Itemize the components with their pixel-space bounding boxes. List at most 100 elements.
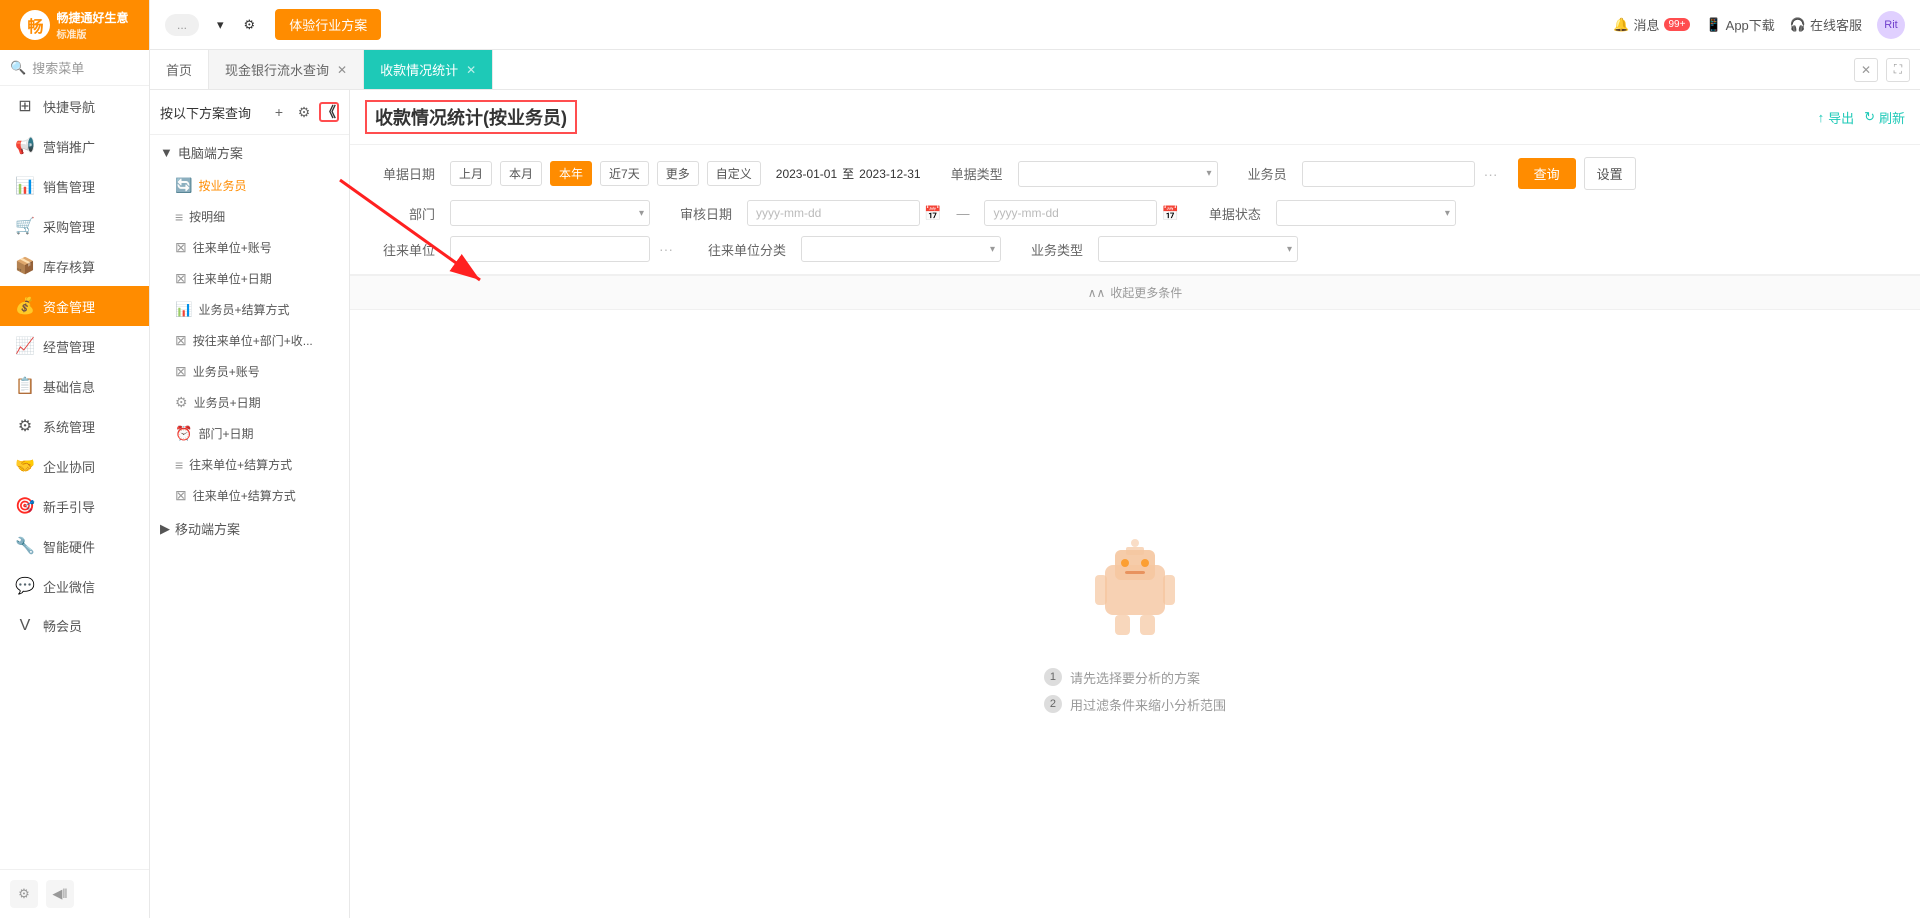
tab-collection[interactable]: 收款情况统计 ✕ [364, 50, 493, 89]
marketing-icon: 📢 [15, 136, 35, 156]
sidebar-item-wechat[interactable]: 💬 企业微信 [0, 566, 149, 606]
scheme-desktop-group[interactable]: ▼ 电脑端方案 [150, 135, 349, 170]
scheme-add-btn[interactable]: + [269, 102, 289, 122]
review-date-to-input[interactable] [984, 200, 1157, 226]
scheme-collapse-btn[interactable]: 《 [319, 102, 339, 122]
scheme-settings-btn[interactable]: ⚙ [294, 102, 314, 122]
query-btn[interactable]: 查询 [1518, 158, 1576, 189]
salesperson-ellipsis-btn[interactable]: ··· [1479, 166, 1503, 182]
salesperson-input[interactable] [1302, 161, 1475, 187]
scheme-item-salesperson[interactable]: 🔄 按业务员 [150, 170, 349, 201]
scheme-item-salesperson-settlement[interactable]: 📊 业务员+结算方式 [150, 294, 349, 325]
calendar-icon-end[interactable]: 📅 [1161, 205, 1178, 222]
scheme-item-partner-date[interactable]: ⊠ 往来单位+日期 [150, 263, 349, 294]
sidebar-item-vip[interactable]: V 畅会员 [0, 606, 149, 645]
calendar-icon[interactable]: 📅 [924, 205, 941, 222]
scheme-mobile-group[interactable]: ▶ 移动端方案 [150, 511, 349, 546]
sidebar-item-finance[interactable]: 💰 资金管理 [0, 286, 149, 326]
empty-illustration-container [1070, 515, 1200, 648]
sidebar-item-system[interactable]: ⚙ 系统管理 [0, 406, 149, 446]
tab-collection-close-icon[interactable]: ✕ [466, 63, 476, 77]
partner-ellipsis-btn[interactable]: ··· [654, 241, 678, 257]
tip-number-2: 2 [1044, 695, 1062, 713]
scheme-item-partner-dept[interactable]: ⊠ 按往来单位+部门+收... [150, 325, 349, 356]
scheme-item-salesperson-account[interactable]: ⊠ 业务员+账号 [150, 356, 349, 387]
notification-label: 消息 [1633, 15, 1659, 34]
date-group: 上月 本月 本年 近7天 更多 自定义 [450, 161, 761, 186]
sidebar-collapse-btn[interactable]: ◀‖ [46, 880, 74, 908]
biz-type-label: 业务类型 [1031, 240, 1083, 259]
doc-type-select-wrapper: ▾ [1018, 161, 1218, 187]
user-avatar[interactable]: Rit [1877, 11, 1905, 39]
tab-bank[interactable]: 现金银行流水查询 ✕ [209, 50, 364, 89]
bell-icon: 🔔 [1613, 17, 1629, 33]
doc-type-select[interactable] [1018, 161, 1218, 187]
scheme-item-dept-date[interactable]: ⏰ 部门+日期 [150, 418, 349, 449]
partner-category-select[interactable] [801, 236, 1001, 262]
empty-state: 1 请先选择要分析的方案 2 用过滤条件来缩小分析范围 [350, 310, 1920, 918]
header-settings-icon[interactable]: ⚙ [244, 17, 256, 33]
partner-input[interactable] [450, 236, 650, 262]
app-download-label: App下载 [1726, 15, 1775, 34]
search-menu[interactable]: 🔍 搜索菜单 [0, 50, 149, 86]
biz-type-select[interactable] [1098, 236, 1298, 262]
tab-home[interactable]: 首页 [150, 50, 209, 89]
notification-btn[interactable]: 🔔 消息 99+ [1613, 15, 1690, 34]
date-btn-this-year[interactable]: 本年 [550, 161, 592, 186]
doc-status-label: 单据状态 [1209, 204, 1261, 223]
sidebar-item-quicknav[interactable]: ⊞ 快捷导航 [0, 86, 149, 126]
sidebar-item-label: 资金管理 [43, 297, 95, 316]
scheme-item-partner-account[interactable]: ⊠ 往来单位+账号 [150, 232, 349, 263]
breadcrumb-text: ... [165, 14, 199, 36]
scheme-item-partner-settlement1[interactable]: ≡ 往来单位+结算方式 [150, 449, 349, 480]
mobile-group-label: 移动端方案 [175, 519, 240, 538]
chevron-down-icon[interactable]: ▾ [217, 17, 224, 33]
trial-btn[interactable]: 体验行业方案 [275, 9, 381, 40]
sidebar-item-label: 企业协同 [43, 457, 95, 476]
sidebar-item-basic[interactable]: 📋 基础信息 [0, 366, 149, 406]
scheme-item-partner-settlement2[interactable]: ⊠ 往来单位+结算方式 [150, 480, 349, 511]
sidebar-item-operations[interactable]: 📈 经营管理 [0, 326, 149, 366]
date-btn-more[interactable]: 更多 [657, 161, 699, 186]
sidebar-item-purchase[interactable]: 🛒 采购管理 [0, 206, 149, 246]
refresh-btn[interactable]: ↻ 刷新 [1864, 108, 1905, 127]
sidebar-item-guide[interactable]: 🎯 新手引导 [0, 486, 149, 526]
top-header: ... ▾ ⚙ 体验行业方案 🔔 消息 99+ 📱 App下载 🎧 在线客服 R… [150, 0, 1920, 50]
app-download-btn[interactable]: 📱 App下载 [1705, 15, 1774, 34]
tab-maximize-btn[interactable]: ⛶ [1886, 58, 1910, 82]
collapse-bar[interactable]: ∧∧ 收起更多条件 [350, 275, 1920, 310]
date-btn-this-month[interactable]: 本月 [500, 161, 542, 186]
sidebar-item-inventory[interactable]: 📦 库存核算 [0, 246, 149, 286]
header-right: 🔔 消息 99+ 📱 App下载 🎧 在线客服 Rit [1613, 11, 1905, 39]
export-btn[interactable]: ↑ 导出 [1818, 108, 1855, 127]
online-support-btn[interactable]: 🎧 在线客服 [1790, 15, 1862, 34]
enterprise-icon: 🤝 [15, 456, 35, 476]
sidebar-settings-btn[interactable]: ⚙ [10, 880, 38, 908]
date-btn-last-month[interactable]: 上月 [450, 161, 492, 186]
tab-bank-close-icon[interactable]: ✕ [337, 63, 347, 77]
salesperson-input-wrapper: ··· [1302, 161, 1503, 187]
review-date-to-wrapper: 📅 [984, 200, 1178, 226]
sidebar-item-enterprise[interactable]: 🤝 企业协同 [0, 446, 149, 486]
tip-2-text: 用过滤条件来缩小分析范围 [1070, 695, 1226, 714]
doc-status-select[interactable] [1276, 200, 1456, 226]
review-date-from-input[interactable] [747, 200, 920, 226]
scheme-item-salesperson-date[interactable]: ⚙ 业务员+日期 [150, 387, 349, 418]
sidebar-item-label: 基础信息 [43, 377, 95, 396]
sidebar-item-hardware[interactable]: 🔧 智能硬件 [0, 526, 149, 566]
wechat-icon: 💬 [15, 576, 35, 596]
date-btn-7days[interactable]: 近7天 [600, 161, 649, 186]
tab-bank-label: 现金银行流水查询 [225, 60, 329, 79]
settings-btn[interactable]: 设置 [1584, 157, 1636, 190]
dept-label: 部门 [365, 204, 435, 223]
date-btn-custom[interactable]: 自定义 [707, 161, 761, 186]
dept-select[interactable] [450, 200, 650, 226]
scheme-item-detail[interactable]: ≡ 按明细 [150, 201, 349, 232]
sidebar-item-marketing[interactable]: 📢 营销推广 [0, 126, 149, 166]
app-name: 畅捷通好生意 [56, 9, 128, 26]
filter-actions: 查询 设置 [1518, 157, 1636, 190]
collapse-label: 收起更多条件 [1110, 284, 1182, 301]
sidebar-item-sales[interactable]: 📊 销售管理 [0, 166, 149, 206]
tab-close-all-btn[interactable]: ✕ [1854, 58, 1878, 82]
table-icon: ⊠ [175, 487, 187, 504]
